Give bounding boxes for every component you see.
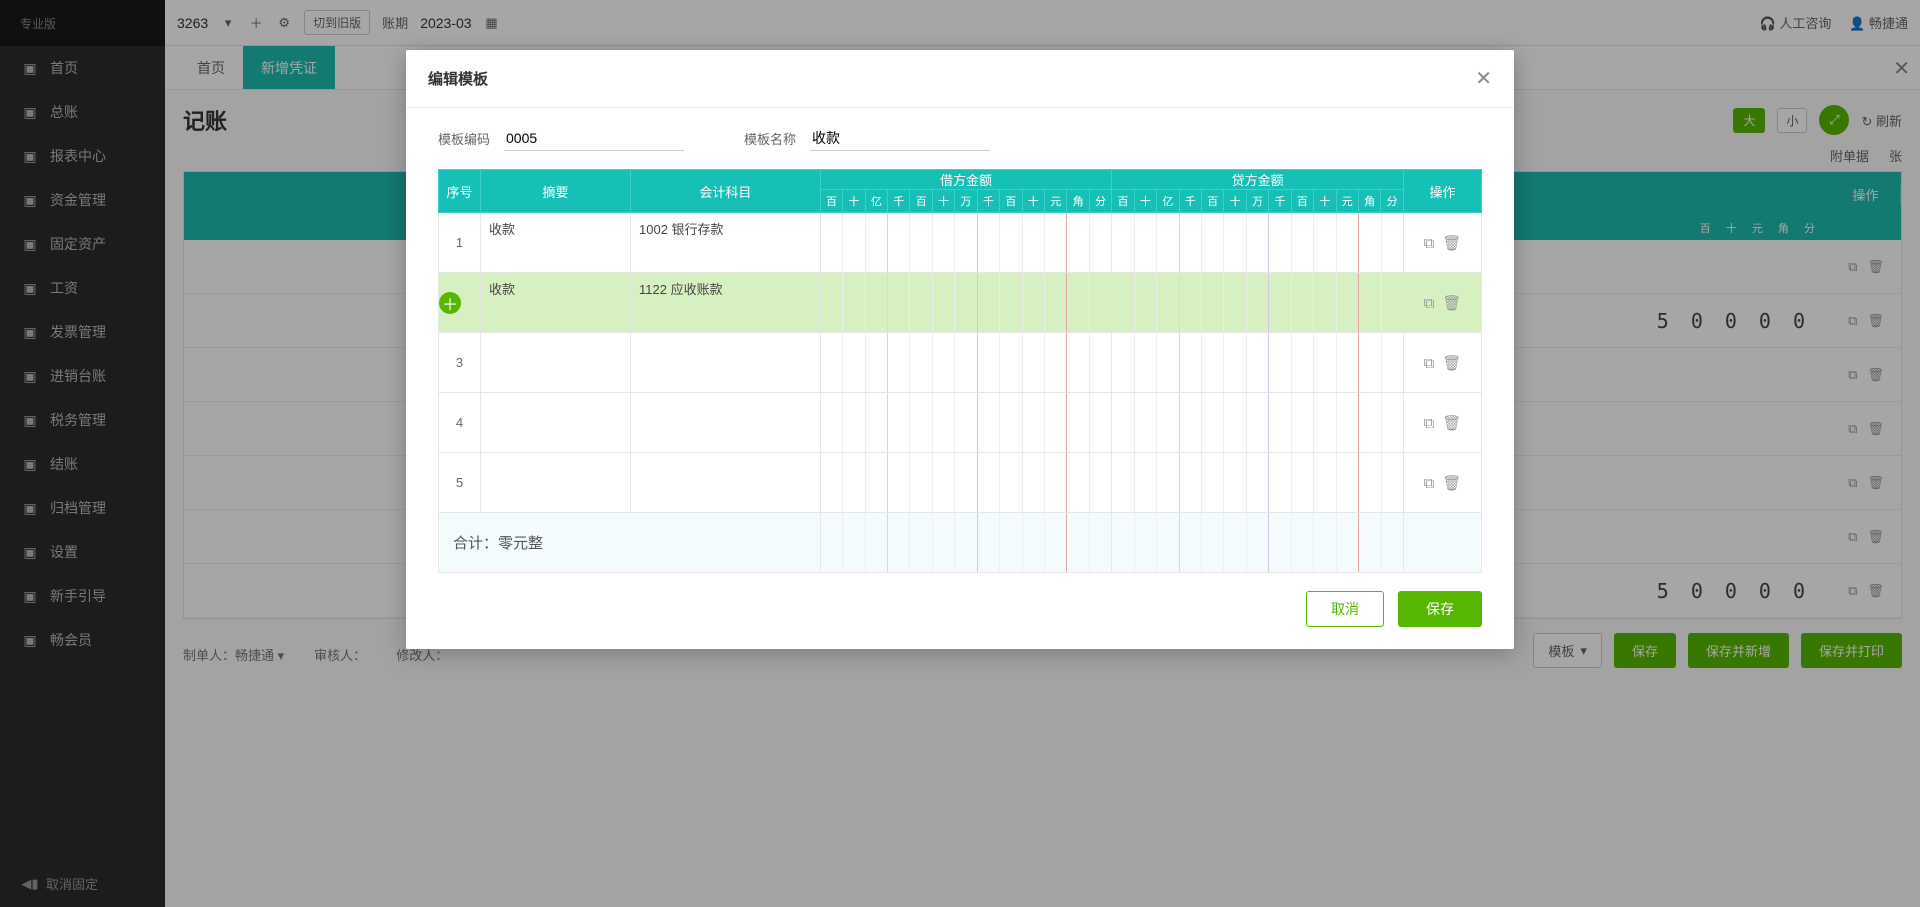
template-row[interactable]: ＋收款1122 应收账款⧉🗑 [439,273,1482,333]
delete-row-icon[interactable]: 🗑 [1442,415,1461,432]
copy-row-icon[interactable]: ⧉ [1424,475,1435,492]
th-account: 会计科目 [631,170,821,213]
template-row[interactable]: 1收款1002 银行存款⧉🗑 [439,213,1482,273]
total-text: 零元整 [498,535,543,552]
copy-row-icon[interactable]: ⧉ [1424,295,1435,312]
save-template-button[interactable]: 保存 [1398,591,1482,627]
modal-title: 编辑模板 [428,68,488,89]
row-credit[interactable] [1112,213,1404,273]
total-debit [820,513,1111,573]
row-debit[interactable] [820,333,1111,393]
unit-header: 万 [1246,190,1268,213]
th-debit: 借方金额 [820,170,1111,190]
unit-header: 十 [932,190,954,213]
row-seq: 3 [439,333,481,393]
template-row[interactable]: 4⧉🗑 [439,393,1482,453]
row-account[interactable] [631,333,821,393]
template-name-label: 模板名称 [744,129,796,148]
row-summary[interactable] [481,453,631,513]
unit-header: 千 [1179,190,1201,213]
row-summary[interactable]: 收款 [481,213,631,273]
row-account[interactable] [631,393,821,453]
th-ops: 操作 [1404,170,1482,213]
template-row[interactable]: 3⧉🗑 [439,333,1482,393]
template-code-input[interactable] [504,126,684,151]
row-account[interactable]: 1002 银行存款 [631,213,821,273]
unit-header: 分 [1381,190,1404,213]
unit-header: 角 [1358,190,1380,213]
row-ops: ⧉🗑 [1404,213,1482,273]
row-credit[interactable] [1112,453,1404,513]
modal-overlay: 编辑模板 ✕ 模板编码 模板名称 序 [0,0,1920,907]
row-ops: ⧉🗑 [1404,273,1482,333]
row-summary[interactable] [481,333,631,393]
template-name-input[interactable] [810,126,990,151]
total-credit [1112,513,1404,573]
unit-header: 百 [910,190,932,213]
unit-header: 千 [888,190,910,213]
delete-row-icon[interactable]: 🗑 [1442,355,1461,372]
unit-header: 十 [1134,190,1156,213]
row-credit[interactable] [1112,393,1404,453]
row-ops: ⧉🗑 [1404,453,1482,513]
unit-header: 千 [977,190,999,213]
row-seq: 4 [439,393,481,453]
total-ops [1404,513,1482,573]
row-account[interactable] [631,453,821,513]
row-ops: ⧉🗑 [1404,393,1482,453]
unit-header: 角 [1067,190,1089,213]
unit-header: 元 [1045,190,1067,213]
th-summary: 摘要 [481,170,631,213]
edit-template-modal: 编辑模板 ✕ 模板编码 模板名称 序 [406,50,1514,649]
unit-header: 亿 [1157,190,1179,213]
unit-header: 百 [1291,190,1313,213]
unit-header: 十 [1224,190,1246,213]
unit-header: 十 [843,190,865,213]
copy-row-icon[interactable]: ⧉ [1424,235,1435,252]
unit-header: 十 [1314,190,1336,213]
row-seq: 1 [439,213,481,273]
unit-header: 百 [1112,190,1134,213]
template-code-label: 模板编码 [438,129,490,148]
unit-header: 百 [820,190,842,213]
delete-row-icon[interactable]: 🗑 [1442,235,1461,252]
row-debit[interactable] [820,213,1111,273]
total-label: 合计： [453,535,498,552]
row-account[interactable]: 1122 应收账款 [631,273,821,333]
row-ops: ⧉🗑 [1404,333,1482,393]
copy-row-icon[interactable]: ⧉ [1424,355,1435,372]
row-credit[interactable] [1112,333,1404,393]
modal-close-button[interactable]: ✕ [1475,66,1492,91]
row-debit[interactable] [820,393,1111,453]
total-cell: 合计：零元整 [439,513,821,573]
unit-header: 亿 [865,190,887,213]
unit-header: 元 [1336,190,1358,213]
row-summary[interactable]: 收款 [481,273,631,333]
row-summary[interactable] [481,393,631,453]
cancel-button[interactable]: 取消 [1306,591,1384,627]
unit-header: 万 [955,190,977,213]
row-seq: ＋ [439,273,481,333]
copy-row-icon[interactable]: ⧉ [1424,415,1435,432]
th-seq: 序号 [439,170,481,213]
unit-header: 百 [1201,190,1223,213]
delete-row-icon[interactable]: 🗑 [1442,295,1461,312]
unit-header: 分 [1089,190,1111,213]
template-table: 序号 摘要 会计科目 借方金额 贷方金额 操作 百十亿千百十万千百十元角分百十亿… [438,169,1482,573]
row-seq: 5 [439,453,481,513]
add-row-button[interactable]: ＋ [439,292,461,314]
row-debit[interactable] [820,273,1111,333]
delete-row-icon[interactable]: 🗑 [1442,475,1461,492]
unit-header: 十 [1022,190,1044,213]
row-debit[interactable] [820,453,1111,513]
template-row[interactable]: 5⧉🗑 [439,453,1482,513]
unit-header: 百 [1000,190,1022,213]
unit-header: 千 [1269,190,1291,213]
row-credit[interactable] [1112,273,1404,333]
th-credit: 贷方金额 [1112,170,1404,190]
